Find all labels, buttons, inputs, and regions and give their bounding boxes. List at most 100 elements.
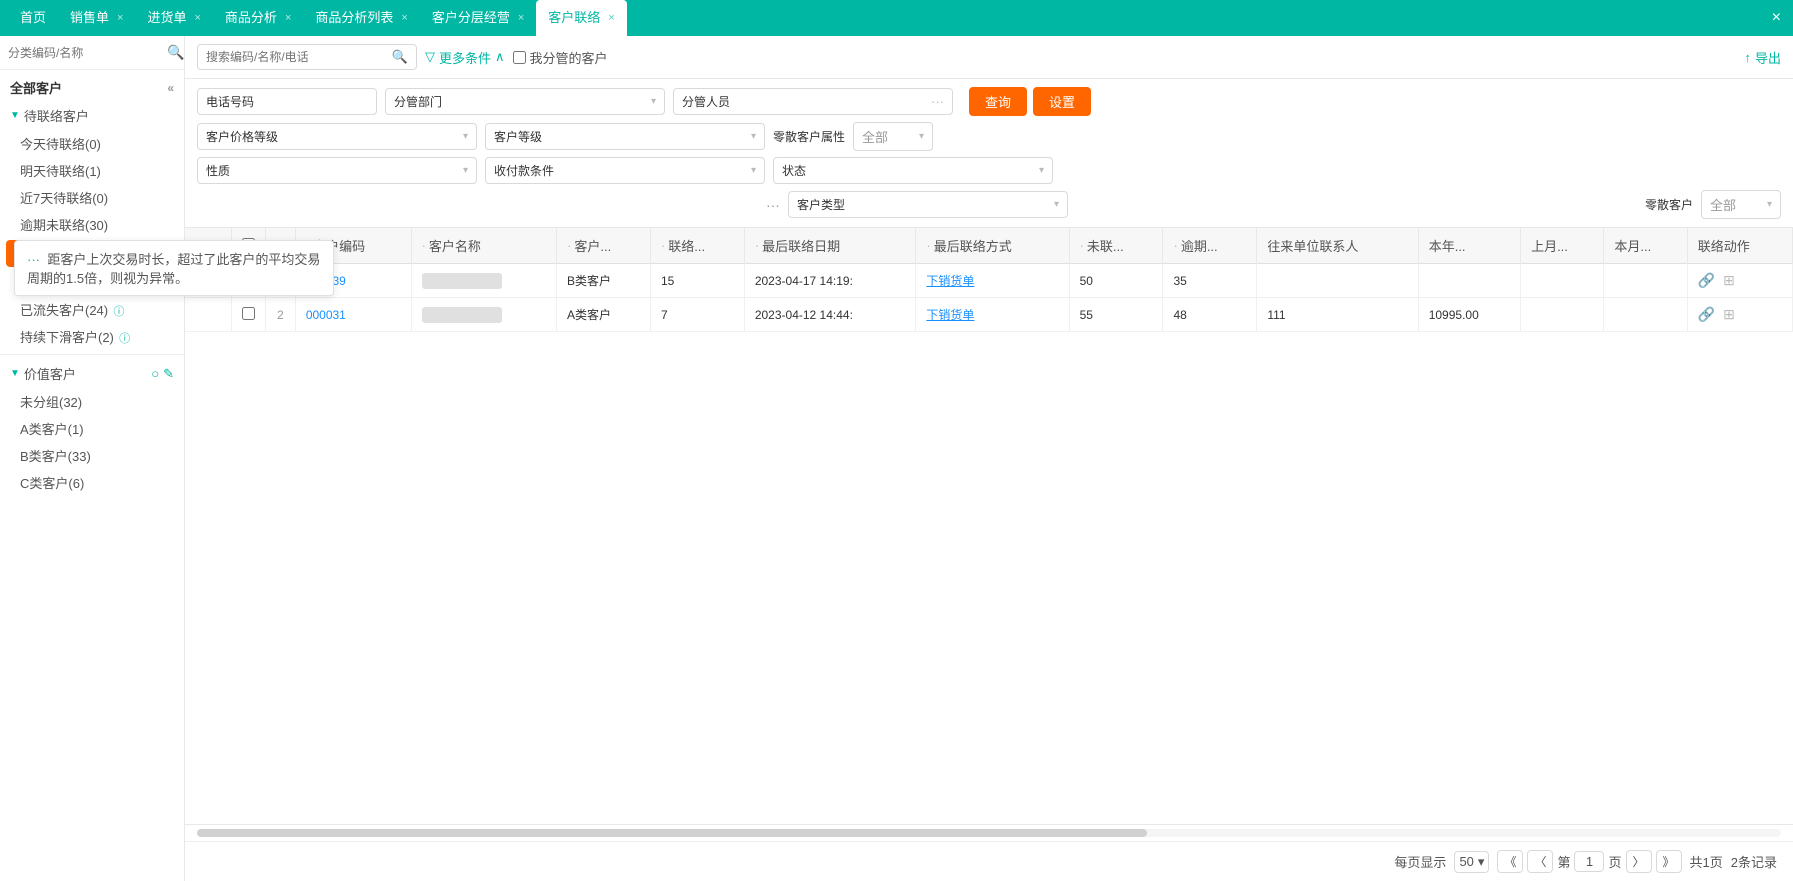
per-page-label: 每页显示 — [1394, 852, 1446, 871]
search-box[interactable]: 🔍 — [197, 44, 417, 70]
filter-payment[interactable]: 收付款条件 ▾ — [485, 157, 765, 184]
sidebar-item-declining[interactable]: 持续下滑客户(2) ⓘ — [0, 323, 184, 350]
th-this-month[interactable]: 本月... — [1604, 228, 1687, 264]
close-sales-icon[interactable]: × — [117, 0, 123, 36]
sidebar-search-input[interactable] — [8, 46, 163, 60]
action-grid-icon-1[interactable]: ⊞ — [1723, 306, 1735, 323]
page-size-select[interactable]: 50 ▾ — [1454, 851, 1489, 873]
filter-retail-customer: 零散客户 全部 ▾ — [1645, 190, 1781, 219]
more-conditions-btn[interactable]: ▽ 更多条件 ∧ — [425, 48, 505, 67]
td-action-0: 🔗 ⊞ — [1687, 264, 1792, 298]
action-link-icon-1[interactable]: 🔗 — [1698, 306, 1715, 323]
th-last-contact-date[interactable]: · 最后联络日期 — [744, 228, 916, 264]
export-icon: ↑ — [1744, 50, 1751, 65]
nav-item-home[interactable]: 首页 — [8, 0, 58, 36]
sidebar-item-today[interactable]: 今天待联络(0) — [0, 130, 184, 157]
th-customer-type[interactable]: · 客户... — [557, 228, 651, 264]
th-contact-person[interactable]: 往来单位联系人 — [1257, 228, 1418, 264]
td-action-1: 🔗 ⊞ — [1687, 298, 1792, 332]
close-customer-contact-icon[interactable]: × — [608, 0, 614, 36]
th-last-month[interactable]: 上月... — [1521, 228, 1604, 264]
nav-item-customer-contact[interactable]: 客户联络 × — [536, 0, 626, 36]
sidebar-item-class-c[interactable]: C类客户(6) — [0, 469, 184, 496]
first-page-btn[interactable]: 《 — [1497, 850, 1523, 873]
filter-status-label: 状态 — [782, 162, 806, 179]
filter-customer-type[interactable]: 客户类型 ▾ — [788, 191, 1068, 218]
filter-gender[interactable]: 性质 ▾ — [197, 157, 477, 184]
td-this-month-0 — [1604, 264, 1687, 298]
th-not-contact[interactable]: · 未联... — [1069, 228, 1163, 264]
row-checkbox-1[interactable] — [242, 307, 255, 320]
sidebar-collapse-icon: « — [167, 81, 174, 95]
scroll-bar-track[interactable] — [197, 829, 1781, 837]
filter-person[interactable]: 分管人员 ··· — [673, 88, 953, 115]
th-method-dot: · — [926, 238, 930, 253]
sidebar-item-churned[interactable]: 已流失客户(24) ⓘ — [0, 296, 184, 323]
filter-dots[interactable]: ··· — [766, 197, 780, 213]
last-page-btn[interactable]: 》 — [1656, 850, 1682, 873]
filter-price-level[interactable]: 客户价格等级 ▾ — [197, 123, 477, 150]
filter-customer-level[interactable]: 客户等级 ▾ — [485, 123, 765, 150]
sidebar-item-ungroup[interactable]: 未分组(32) — [0, 388, 184, 415]
action-link-icon-0[interactable]: 🔗 — [1698, 272, 1715, 289]
filter-dept[interactable]: 分管部门 ▾ — [385, 88, 665, 115]
next-page-btn[interactable]: 〉 — [1626, 850, 1652, 873]
settings-button[interactable]: 设置 — [1033, 87, 1091, 116]
action-grid-icon-0[interactable]: ⊞ — [1723, 272, 1735, 289]
nav-item-customer-tier[interactable]: 客户分层经营 × — [420, 0, 536, 36]
sidebar-item-overdue[interactable]: 逾期未联络(30) — [0, 211, 184, 238]
query-button[interactable]: 查询 — [969, 87, 1027, 116]
filter-phone[interactable]: 电话号码 — [197, 88, 377, 115]
filter-price-arrow: ▾ — [463, 131, 468, 142]
td-method-1[interactable]: 下销货单 — [916, 298, 1069, 332]
filter-status[interactable]: 状态 ▾ — [773, 157, 1053, 184]
current-page[interactable]: 1 — [1574, 851, 1604, 872]
nav-item-analysis[interactable]: 商品分析 × — [213, 0, 303, 36]
td-method-0[interactable]: 下销货单 — [916, 264, 1069, 298]
th-contact[interactable]: · 联络... — [650, 228, 744, 264]
nav-item-sales[interactable]: 销售单 × — [58, 0, 135, 36]
filter-retail-attr-select[interactable]: 全部 ▾ — [853, 122, 933, 151]
close-analysis-icon[interactable]: × — [285, 0, 291, 36]
prev-page-btn[interactable]: 〈 — [1527, 850, 1553, 873]
td-code-1[interactable]: 000031 — [295, 298, 411, 332]
sidebar-value-header[interactable]: ▼ 价值客户 ○ ✎ — [0, 359, 184, 388]
table-area: ⚙ · 客户编码 — [185, 228, 1793, 824]
th-last-contact-method[interactable]: · 最后联络方式 — [916, 228, 1069, 264]
search-input[interactable] — [206, 50, 388, 64]
sidebar-item-class-b[interactable]: B类客户(33) — [0, 442, 184, 469]
close-customer-tier-icon[interactable]: × — [518, 0, 524, 36]
total-records: 2条记录 — [1731, 852, 1777, 871]
sidebar-group-pending[interactable]: ▼ 待联络客户 — [0, 101, 184, 130]
page-nav: 《 〈 第 1 页 〉 》 — [1497, 850, 1681, 873]
filter-action-btns: 查询 设置 — [969, 87, 1091, 116]
sidebar-item-7days[interactable]: 近7天待联络(0) — [0, 184, 184, 211]
filter-retail-customer-select[interactable]: 全部 ▾ — [1701, 190, 1781, 219]
nav-item-analysis-list[interactable]: 商品分析列表 × — [303, 0, 419, 36]
close-purchase-icon[interactable]: × — [194, 0, 200, 36]
filter-phone-label: 电话号码 — [206, 93, 254, 110]
th-overdue[interactable]: · 逾期... — [1163, 228, 1257, 264]
sidebar-item-class-a[interactable]: A类客户(1) — [0, 415, 184, 442]
export-button[interactable]: ↑ 导出 — [1744, 48, 1781, 67]
th-name[interactable]: · 客户名称 — [411, 228, 556, 264]
scroll-bar-thumb[interactable] — [197, 829, 1147, 837]
close-all-icon[interactable]: × — [1772, 9, 1781, 27]
sidebar: 🔍 全部客户 « ▼ 待联络客户 今天待联络(0) 明天待联络(1) 近7天待联… — [0, 36, 185, 881]
more-conditions-label: 更多条件 — [439, 48, 491, 67]
filter-retail-attr-label: 零散客户属性 — [773, 128, 845, 145]
sidebar-item-tomorrow[interactable]: 明天待联络(1) — [0, 157, 184, 184]
td-checkbox-1[interactable] — [231, 298, 265, 332]
per-page-value: 50 — [1459, 854, 1473, 869]
th-this-year[interactable]: 本年... — [1418, 228, 1520, 264]
nav-item-purchase[interactable]: 进货单 × — [135, 0, 212, 36]
close-analysis-list-icon[interactable]: × — [401, 0, 407, 36]
sidebar-search[interactable]: 🔍 — [0, 36, 184, 70]
page-label-text: 第 — [1557, 852, 1570, 871]
my-customers-input[interactable] — [513, 51, 526, 64]
sidebar-all-customers-header[interactable]: 全部客户 « — [0, 70, 184, 101]
my-customers-checkbox[interactable]: 我分管的客户 — [513, 48, 608, 67]
filter-retail-attr-arrow: ▾ — [919, 131, 924, 142]
info-icon-declining: ⓘ — [119, 333, 130, 345]
scroll-bar-area[interactable] — [185, 824, 1793, 841]
